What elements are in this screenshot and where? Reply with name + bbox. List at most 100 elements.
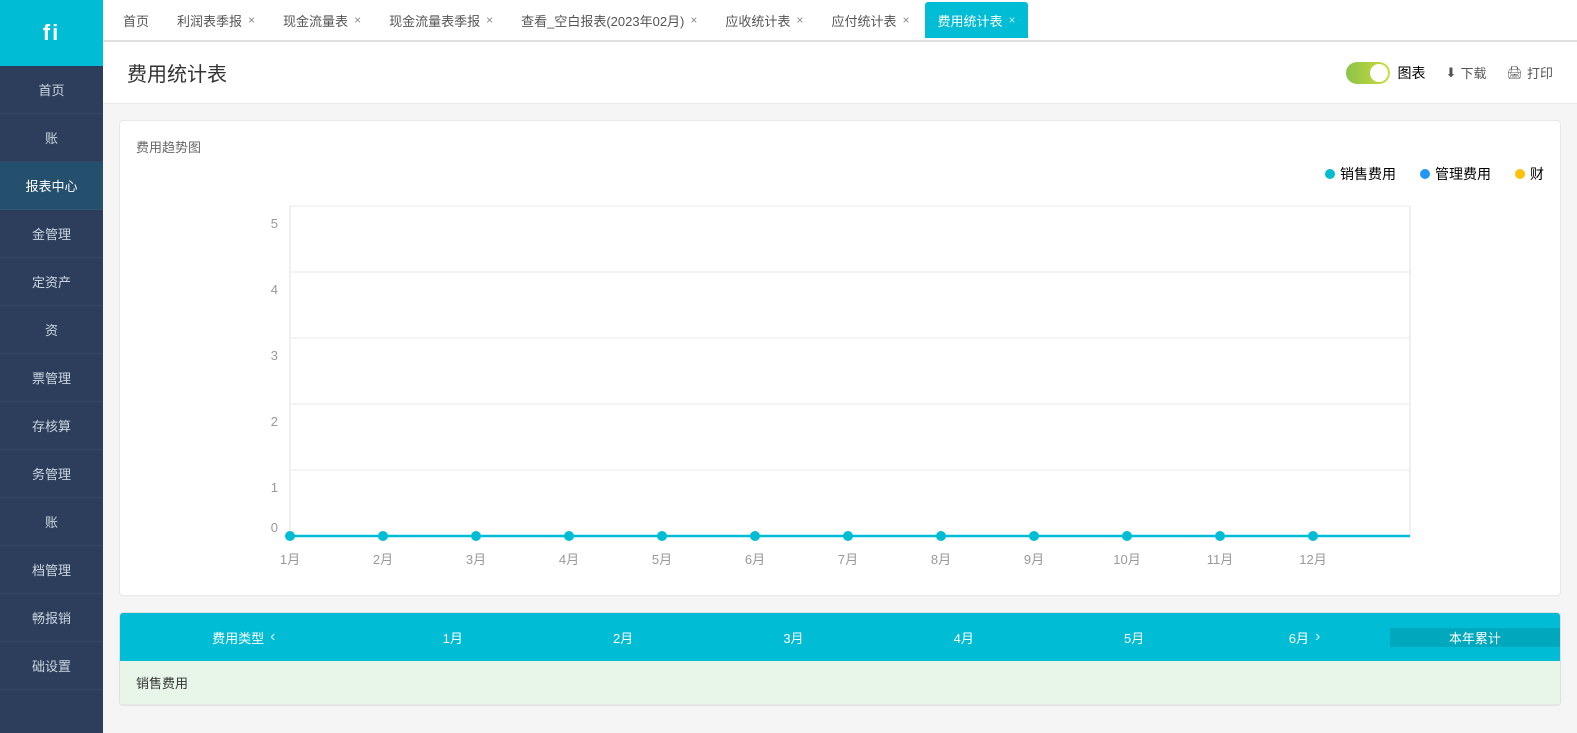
print-button[interactable]: 🖨 打印 bbox=[1506, 63, 1553, 82]
download-icon: ⬇ bbox=[1446, 65, 1457, 81]
svg-text:6月: 6月 bbox=[745, 552, 765, 567]
tab-payable[interactable]: 应付统计表 × bbox=[819, 2, 921, 38]
expense-table: 费用类型 ‹ 1月 2月 3月 4月 5月 6月 › 本年累计 销售费用 bbox=[119, 612, 1561, 706]
tab-expense-close[interactable]: × bbox=[1008, 13, 1015, 27]
toggle-label: 图表 bbox=[1398, 63, 1426, 83]
svg-text:8月: 8月 bbox=[931, 552, 951, 567]
th-month6: 6月 › bbox=[1219, 628, 1389, 647]
tab-receivable-label: 应收统计表 bbox=[725, 11, 790, 30]
sidebar-item-tickets[interactable]: 票管理 bbox=[0, 354, 103, 402]
tab-cashflow-label: 现金流量表 bbox=[283, 11, 348, 30]
svg-text:10月: 10月 bbox=[1113, 552, 1140, 567]
chart-dot-mar bbox=[471, 531, 481, 541]
svg-text:2月: 2月 bbox=[373, 552, 393, 567]
sidebar-item-assets[interactable]: 定资产 bbox=[0, 258, 103, 306]
tab-cashflow-quarterly-close[interactable]: × bbox=[486, 13, 493, 27]
tab-cashflow-quarterly-label: 现金流量表季报 bbox=[389, 11, 480, 30]
svg-text:0: 0 bbox=[271, 520, 278, 535]
sidebar-item-ledger[interactable]: 账 bbox=[0, 498, 103, 546]
print-icon: 🖨 bbox=[1506, 65, 1523, 81]
chart-toggle-wrap: 图表 bbox=[1346, 62, 1426, 84]
tab-profit-quarterly-label: 利润表季报 bbox=[177, 11, 242, 30]
legend-sales-dot bbox=[1325, 169, 1335, 179]
svg-text:2: 2 bbox=[271, 414, 278, 429]
svg-text:3: 3 bbox=[271, 348, 278, 363]
prev-month-button[interactable]: ‹ bbox=[270, 628, 275, 646]
print-label: 打印 bbox=[1527, 63, 1553, 82]
download-button[interactable]: ⬇ 下载 bbox=[1446, 63, 1487, 82]
chart-dot-dec bbox=[1308, 531, 1318, 541]
tab-profit-quarterly[interactable]: 利润表季报 × bbox=[165, 2, 267, 38]
sidebar-item-reports[interactable]: 报表中心 bbox=[0, 162, 103, 210]
sidebar-item-expense[interactable]: 畅报销 bbox=[0, 594, 103, 642]
tab-payable-label: 应付统计表 bbox=[831, 11, 896, 30]
chart-dot-feb bbox=[378, 531, 388, 541]
chart-title: 费用趋势图 bbox=[136, 137, 1544, 156]
tab-profit-quarterly-close[interactable]: × bbox=[248, 13, 255, 27]
tab-receivable[interactable]: 应收统计表 × bbox=[713, 2, 815, 38]
chart-toggle[interactable] bbox=[1346, 62, 1390, 84]
sidebar-item-affairs[interactable]: 务管理 bbox=[0, 450, 103, 498]
tab-bar: 首页 利润表季报 × 现金流量表 × 现金流量表季报 × 查看_空白报表(202… bbox=[103, 0, 1577, 42]
th-ytd: 本年累计 bbox=[1390, 628, 1560, 647]
td-type: 销售费用 bbox=[120, 673, 374, 692]
svg-text:4月: 4月 bbox=[559, 552, 579, 567]
download-label: 下载 bbox=[1460, 63, 1486, 82]
svg-text:7月: 7月 bbox=[838, 552, 858, 567]
sidebar: fi 首页 账 报表中心 金管理 定资产 资 票管理 存核算 务管理 账 档管理… bbox=[0, 0, 103, 733]
sidebar-item-settings[interactable]: 础设置 bbox=[0, 642, 103, 690]
page-title: 费用统计表 bbox=[127, 58, 227, 87]
chart-svg-container: 5 4 3 2 1 0 bbox=[136, 196, 1544, 579]
chart-section: 费用趋势图 销售费用 管理费用 财 bbox=[119, 120, 1561, 596]
th-type: 费用类型 ‹ bbox=[120, 628, 368, 647]
chart-dot-jun bbox=[750, 531, 760, 541]
legend-admin: 管理费用 bbox=[1420, 164, 1491, 184]
tab-cashflow[interactable]: 现金流量表 × bbox=[271, 2, 373, 38]
sidebar-item-capital[interactable]: 资 bbox=[0, 306, 103, 354]
svg-text:1: 1 bbox=[271, 480, 278, 495]
tab-cashflow-quarterly[interactable]: 现金流量表季报 × bbox=[377, 2, 505, 38]
chart-dot-may bbox=[657, 531, 667, 541]
svg-text:1月: 1月 bbox=[280, 552, 300, 567]
legend-finance-label: 财 bbox=[1530, 164, 1544, 184]
chart-dot-jan bbox=[285, 531, 295, 541]
tab-blank-report-label: 查看_空白报表(2023年02月) bbox=[521, 11, 684, 30]
chart-dot-jul bbox=[843, 531, 853, 541]
chart-dot-apr bbox=[564, 531, 574, 541]
page-header: 费用统计表 图表 ⬇ 下载 🖨 打印 bbox=[103, 42, 1577, 104]
chart-dot-aug bbox=[936, 531, 946, 541]
tab-home[interactable]: 首页 bbox=[111, 2, 161, 38]
sidebar-item-archive[interactable]: 档管理 bbox=[0, 546, 103, 594]
tab-blank-report[interactable]: 查看_空白报表(2023年02月) × bbox=[509, 2, 709, 38]
sidebar-item-home[interactable]: 首页 bbox=[0, 66, 103, 114]
svg-text:4: 4 bbox=[271, 282, 278, 297]
sidebar-item-inventory[interactable]: 存核算 bbox=[0, 402, 103, 450]
legend-finance: 财 bbox=[1515, 164, 1544, 184]
th-month4: 4月 bbox=[879, 628, 1049, 647]
sidebar-item-cash[interactable]: 金管理 bbox=[0, 210, 103, 258]
tab-blank-report-close[interactable]: × bbox=[690, 13, 697, 27]
tab-payable-close[interactable]: × bbox=[902, 13, 909, 27]
page-actions: 图表 ⬇ 下载 🖨 打印 bbox=[1346, 62, 1553, 84]
tab-receivable-close[interactable]: × bbox=[796, 13, 803, 27]
svg-text:5月: 5月 bbox=[652, 552, 672, 567]
tab-expense[interactable]: 费用统计表 × bbox=[925, 2, 1027, 38]
th-month2: 2月 bbox=[538, 628, 708, 647]
legend-admin-label: 管理费用 bbox=[1435, 164, 1491, 184]
legend-sales: 销售费用 bbox=[1325, 164, 1396, 184]
legend-sales-label: 销售费用 bbox=[1340, 164, 1396, 184]
tab-cashflow-close[interactable]: × bbox=[354, 13, 361, 27]
th-month1: 1月 bbox=[368, 628, 538, 647]
chart-dot-nov bbox=[1215, 531, 1225, 541]
next-month-button[interactable]: › bbox=[1315, 628, 1320, 646]
table-header: 费用类型 ‹ 1月 2月 3月 4月 5月 6月 › 本年累计 bbox=[120, 613, 1560, 661]
svg-text:5: 5 bbox=[271, 216, 278, 231]
svg-text:9月: 9月 bbox=[1024, 552, 1044, 567]
chart-dot-oct bbox=[1122, 531, 1132, 541]
th-type-label: 费用类型 bbox=[212, 628, 264, 647]
table-row: 销售费用 bbox=[120, 661, 1560, 705]
tab-expense-label: 费用统计表 bbox=[937, 11, 1002, 30]
svg-text:11月: 11月 bbox=[1207, 552, 1234, 567]
sidebar-item-account[interactable]: 账 bbox=[0, 114, 103, 162]
content-area: 费用统计表 图表 ⬇ 下载 🖨 打印 费用趋势图 bbox=[103, 42, 1577, 733]
